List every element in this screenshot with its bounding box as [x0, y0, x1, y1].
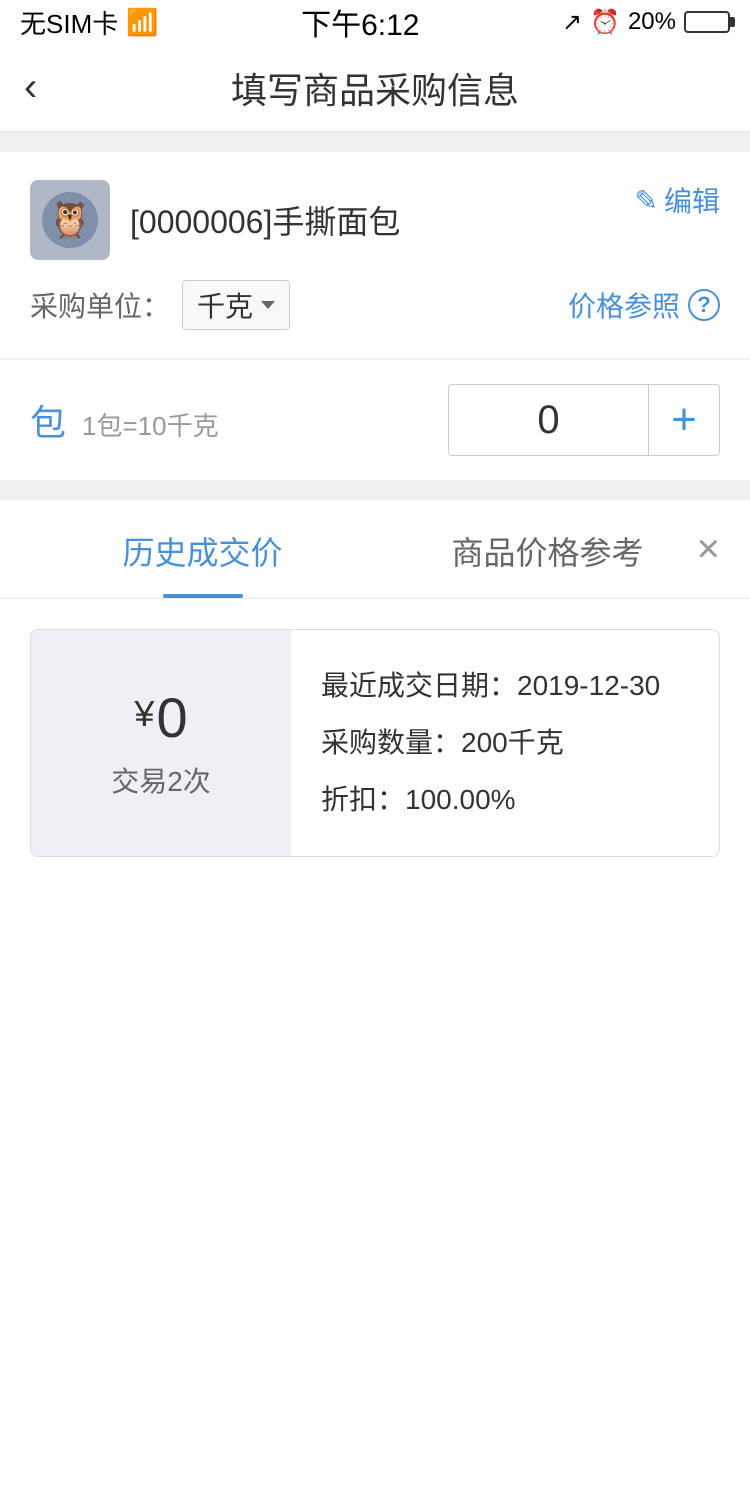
wifi-icon: 📶: [126, 7, 158, 38]
price-card-right: 最近成交日期：2019-12-30 采购数量：200千克 折扣：100.00%: [291, 630, 719, 856]
recent-date-label: 最近成交日期：: [321, 670, 517, 701]
price-amount: ¥ 0: [134, 685, 187, 750]
quantity-display[interactable]: 0: [449, 385, 649, 455]
tabs-section: 历史成交价 商品价格参考 × ¥ 0 交易2次 最近成交日期：2019-12-3…: [0, 500, 750, 887]
edit-icon: ✎: [635, 184, 658, 217]
price-ref-label: 价格参照: [568, 285, 680, 325]
discount-value: 100.00%: [405, 784, 516, 815]
status-time: 下午6:12: [301, 0, 419, 44]
recent-date-row: 最近成交日期：2019-12-30: [321, 666, 689, 705]
quantity-plus-button[interactable]: +: [649, 385, 719, 455]
bottom-space: [0, 887, 750, 1487]
unit-left: 采购单位： 千克: [30, 280, 290, 330]
status-right: ↗ ⏰ 20%: [562, 8, 730, 37]
back-button[interactable]: ‹: [24, 65, 37, 110]
price-yen-symbol: ¥: [134, 693, 154, 735]
product-header: 🦉 [0000006]手撕面包 ✎ 编辑: [30, 180, 720, 260]
chevron-down-icon: [261, 301, 275, 309]
price-value: 0: [156, 685, 187, 750]
purchase-qty-row: 采购数量：200千克: [321, 723, 689, 762]
discount-label: 折扣：: [321, 784, 405, 815]
product-card: 🦉 [0000006]手撕面包 ✎ 编辑 采购单位： 千克 价格参照 ?: [0, 152, 750, 358]
price-ref-button[interactable]: 价格参照 ?: [568, 285, 720, 325]
status-bar: 无SIM卡 📶 下午6:12 ↗ ⏰ 20%: [0, 0, 750, 44]
product-icon: 🦉: [42, 192, 98, 248]
price-trade-count: 交易2次: [111, 760, 211, 800]
tab-history-price[interactable]: 历史成交价: [30, 500, 375, 598]
price-card: ¥ 0 交易2次 最近成交日期：2019-12-30 采购数量：200千克 折扣…: [30, 629, 720, 857]
unit-select-button[interactable]: 千克: [182, 280, 290, 330]
battery-icon: [684, 11, 730, 33]
price-card-left: ¥ 0 交易2次: [31, 630, 291, 856]
product-name: [0000006]手撕面包: [130, 197, 400, 243]
history-price-content: ¥ 0 交易2次 最近成交日期：2019-12-30 采购数量：200千克 折扣…: [0, 599, 750, 887]
quantity-controls: 0 +: [448, 384, 720, 456]
sim-status: 无SIM卡: [20, 4, 118, 41]
nav-bar: ‹ 填写商品采购信息: [0, 44, 750, 132]
alarm-icon: ⏰: [590, 8, 620, 37]
help-icon: ?: [688, 289, 720, 321]
purchase-qty-value: 200千克: [461, 727, 564, 758]
discount-row: 折扣：100.00%: [321, 780, 689, 819]
purchase-qty-label: 采购数量：: [321, 727, 461, 758]
quantity-conversion: 1包=10千克: [82, 406, 219, 443]
tab-price-reference[interactable]: 商品价格参考: [375, 500, 720, 598]
gps-icon: ↗: [562, 8, 582, 37]
quantity-unit: 包: [30, 394, 66, 446]
page-title: 填写商品采购信息: [231, 62, 519, 114]
tabs-header: 历史成交价 商品价格参考 ×: [0, 500, 750, 599]
tabs-close-button[interactable]: ×: [697, 529, 720, 569]
quantity-label: 包 1包=10千克: [30, 394, 219, 446]
unit-value: 千克: [197, 285, 253, 325]
edit-label: 编辑: [664, 180, 720, 220]
quantity-section: 包 1包=10千克 0 +: [0, 360, 750, 480]
status-left: 无SIM卡 📶: [20, 4, 159, 41]
edit-button[interactable]: ✎ 编辑: [635, 180, 720, 220]
battery-percent: 20%: [628, 8, 676, 36]
product-left: 🦉 [0000006]手撕面包: [30, 180, 400, 260]
product-unit-row: 采购单位： 千克 价格参照 ?: [30, 280, 720, 330]
product-logo: 🦉: [30, 180, 110, 260]
recent-date-value: 2019-12-30: [517, 670, 660, 701]
unit-label: 采购单位：: [30, 285, 170, 325]
